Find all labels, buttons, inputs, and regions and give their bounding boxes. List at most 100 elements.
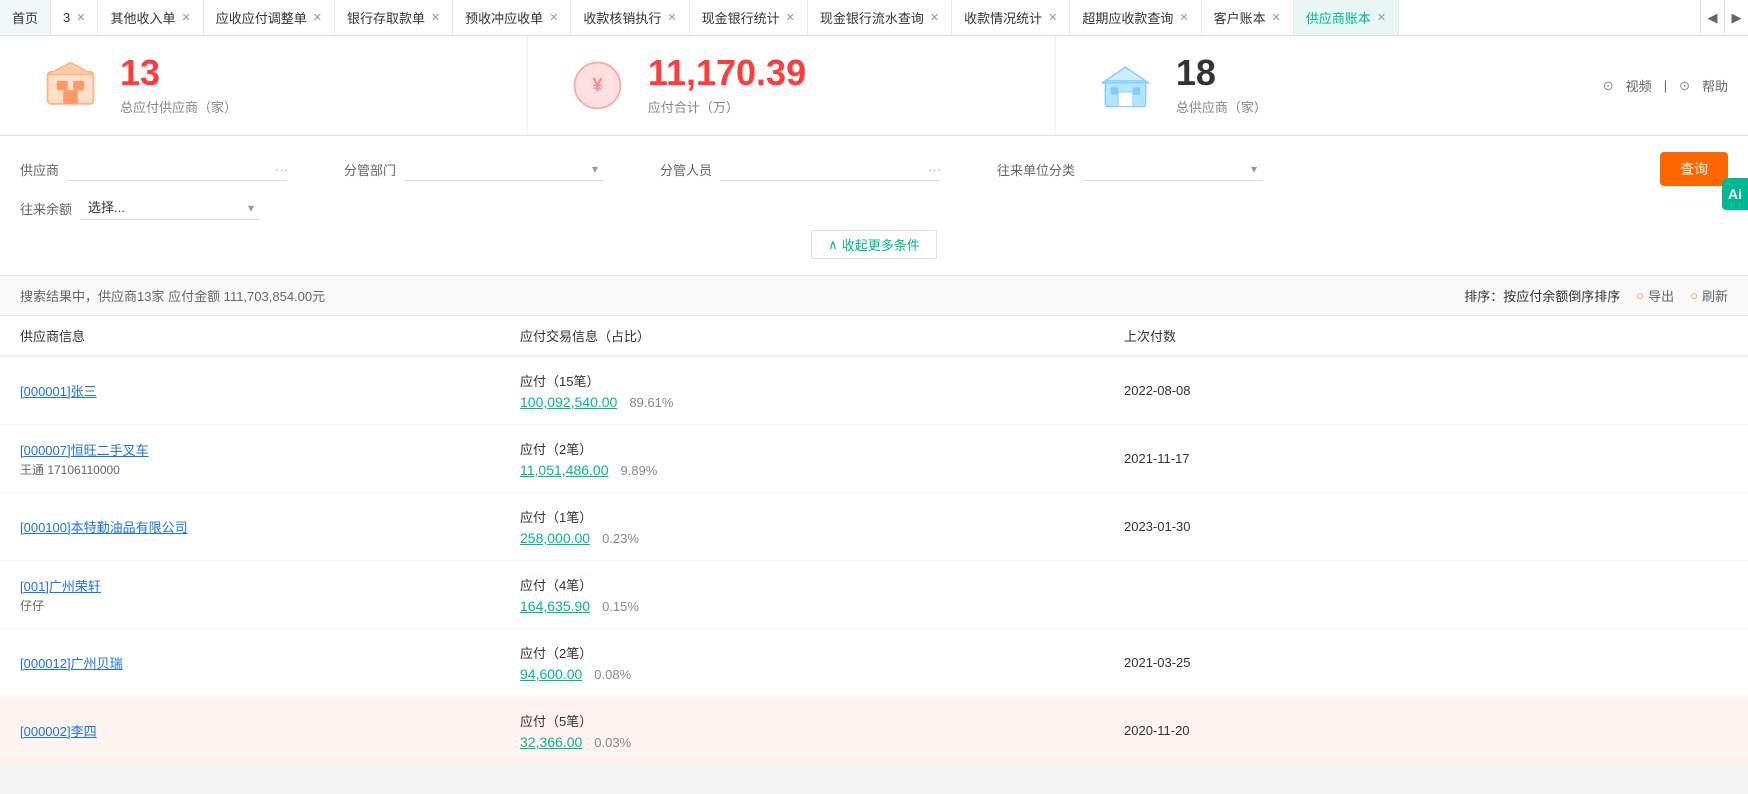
payable-amount-1[interactable]: 100,092,540.00 [520, 394, 617, 410]
refresh-btn[interactable]: ○ 刷新 [1690, 286, 1728, 305]
payable-amount-3[interactable]: 258,000.00 [520, 530, 590, 546]
last-payment-5: 2021-03-25 [1124, 655, 1728, 670]
collapse-icon: ∧ [828, 237, 838, 253]
nav-item-receipt-verify[interactable]: 收款核销执行 ✕ [571, 0, 689, 36]
close-icon[interactable]: ✕ [549, 11, 558, 24]
person-label: 分管人员 [660, 160, 712, 179]
last-payment-6: 2020-11-20 [1124, 723, 1728, 738]
video-link[interactable]: 视频 [1626, 76, 1652, 95]
supplier-link-4[interactable]: [001]广州荣轩 [20, 576, 520, 595]
nav-prev-arrow[interactable]: ◀ [1700, 0, 1724, 36]
supplier-info-3: [000100]本特勤油品有限公司 [20, 517, 520, 536]
supplier-info-1: [000001]张三 [20, 381, 520, 400]
top-nav: 首页 3 ✕ 其他收入单 ✕ 应收应付调整单 ✕ 银行存取款单 ✕ 预收冲应收单… [0, 0, 1748, 36]
collapse-button[interactable]: ∧ 收起更多条件 [811, 230, 937, 259]
close-icon[interactable]: ✕ [76, 11, 85, 24]
ai-button[interactable]: Ai [1722, 178, 1748, 210]
help-link[interactable]: 帮助 [1702, 76, 1728, 95]
supplier-link-2[interactable]: [000007]恒旺二手叉车 [20, 440, 520, 459]
supplier-link-3[interactable]: [000100]本特勤油品有限公司 [20, 517, 520, 536]
stat-block-payable: ¥ 11,170.39 应付合计（万） [528, 36, 1056, 135]
nav-next-arrow[interactable]: ▶ [1724, 0, 1748, 36]
sort-label[interactable]: 排序：按应付余额倒序排序 [1464, 286, 1620, 305]
filter-item-balance: 往来余额 选择... [20, 196, 260, 220]
collapse-label: 收起更多条件 [842, 235, 920, 254]
nav-item-tab3[interactable]: 3 ✕ [51, 0, 98, 36]
supplier-dots[interactable]: ··· [275, 162, 288, 177]
nav-item-receipt-stat[interactable]: 收款情况统计 ✕ [952, 0, 1070, 36]
svg-text:¥: ¥ [593, 74, 604, 95]
supplier-info-4: [001]广州荣轩 仔仔 [20, 576, 520, 614]
person-dots[interactable]: ··· [928, 162, 941, 177]
nav-item-cash-bank-flow[interactable]: 现金银行流水查询 ✕ [808, 0, 952, 36]
payable-percent-2: 9.89% [621, 463, 658, 478]
filter-item-unit-class: 往来单位分类 [997, 157, 1263, 181]
stat-label-2: 应付合计（万） [648, 97, 806, 116]
nav-item-cash-bank-stat[interactable]: 现金银行统计 ✕ [690, 0, 808, 36]
close-icon[interactable]: ✕ [1272, 11, 1281, 24]
person-input[interactable] [720, 157, 940, 181]
close-icon[interactable]: ✕ [667, 11, 676, 24]
table-row: [001]广州荣轩 仔仔 应付（4笔） 164,635.90 0.15% [0, 561, 1748, 629]
dept-select[interactable] [404, 157, 604, 181]
payable-percent-1: 89.61% [629, 395, 673, 410]
supplier-info-2: [000007]恒旺二手叉车 王通 17106110000 [20, 440, 520, 478]
payable-label-5: 应付（2笔） [520, 643, 1124, 662]
close-icon[interactable]: ✕ [1048, 11, 1057, 24]
payable-row-3: 258,000.00 0.23% [520, 530, 1124, 546]
close-icon[interactable]: ✕ [786, 11, 795, 24]
nav-item-customer-ledger[interactable]: 客户账本 ✕ [1202, 0, 1294, 36]
payable-info-2: 应付（2笔） 11,051,486.00 9.89% [520, 439, 1124, 478]
nav-item-prepay-ar[interactable]: 预收冲应收单 ✕ [453, 0, 571, 36]
last-payment-1: 2022-08-08 [1124, 383, 1728, 398]
payable-percent-5: 0.08% [594, 667, 631, 682]
payable-amount-2[interactable]: 11,051,486.00 [520, 462, 609, 478]
balance-select[interactable]: 选择... [80, 196, 260, 220]
supplier-sub-4: 仔仔 [20, 597, 520, 614]
supplier-info-5: [000012]广州贝瑞 [20, 653, 520, 672]
table-container: 供应商信息 应付交易信息（占比） 上次付数 [000001]张三 应付（15笔）… [0, 316, 1748, 765]
close-icon[interactable]: ✕ [1179, 11, 1188, 24]
close-icon[interactable]: ✕ [431, 11, 440, 24]
payable-percent-6: 0.03% [594, 735, 631, 750]
search-button[interactable]: 查询 [1660, 152, 1728, 186]
col-header-lastpay: 上次付数 [1124, 326, 1728, 345]
nav-item-home[interactable]: 首页 [0, 0, 51, 36]
collapse-bar: ∧ 收起更多条件 [20, 230, 1728, 259]
supplier-input[interactable] [67, 157, 287, 181]
divider: | [1664, 78, 1667, 93]
table-row: [000007]恒旺二手叉车 王通 17106110000 应付（2笔） 11,… [0, 425, 1748, 493]
nav-item-ar-ap-adjust[interactable]: 应收应付调整单 ✕ [204, 0, 335, 36]
nav-item-other-income[interactable]: 其他收入单 ✕ [98, 0, 203, 36]
payable-row-1: 100,092,540.00 89.61% [520, 394, 1124, 410]
export-btn[interactable]: ○ 导出 [1636, 286, 1674, 305]
payable-amount-4[interactable]: 164,635.90 [520, 598, 590, 614]
close-icon[interactable]: ✕ [181, 11, 190, 24]
nav-item-overdue-ar[interactable]: 超期应收款查询 ✕ [1070, 0, 1201, 36]
nav-item-supplier-ledger[interactable]: 供应商账本 ✕ [1294, 0, 1399, 36]
payable-info-6: 应付（5笔） 32,366.00 0.03% [520, 711, 1124, 750]
unit-class-select[interactable] [1083, 157, 1263, 181]
supplier-link-6[interactable]: [000002]李四 [20, 721, 520, 740]
filter-row-1: 供应商 ··· 分管部门 分管人员 ··· 往来单位分类 [20, 152, 1728, 186]
help-icon: ⊙ [1679, 78, 1690, 94]
payable-amount-6[interactable]: 32,366.00 [520, 734, 582, 750]
refresh-icon: ○ [1690, 288, 1698, 303]
stat-content-2: 11,170.39 应付合计（万） [648, 55, 806, 116]
close-icon[interactable]: ✕ [1377, 11, 1386, 24]
filter-row-2: 往来余额 选择... [20, 196, 1728, 220]
nav-item-bank-deposit[interactable]: 银行存取款单 ✕ [335, 0, 453, 36]
stat-content-3: 18 总供应商（家） [1176, 55, 1267, 116]
stat-label-1: 总应付供应商（家） [120, 97, 237, 116]
supplier-link-1[interactable]: [000001]张三 [20, 381, 520, 400]
balance-select-wrap: 选择... [80, 196, 260, 220]
supplier-sub-2: 王通 17106110000 [20, 461, 520, 478]
payable-amount-5[interactable]: 94,600.00 [520, 666, 582, 682]
close-icon[interactable]: ✕ [313, 11, 322, 24]
close-icon[interactable]: ✕ [930, 11, 939, 24]
payable-label-3: 应付（1笔） [520, 507, 1124, 526]
stat-number-3: 18 [1176, 55, 1267, 91]
filter-item-dept: 分管部门 [344, 157, 604, 181]
header-stats: 13 总应付供应商（家） ¥ 11,170.39 应付合计（万） [0, 36, 1748, 136]
supplier-link-5[interactable]: [000012]广州贝瑞 [20, 653, 520, 672]
